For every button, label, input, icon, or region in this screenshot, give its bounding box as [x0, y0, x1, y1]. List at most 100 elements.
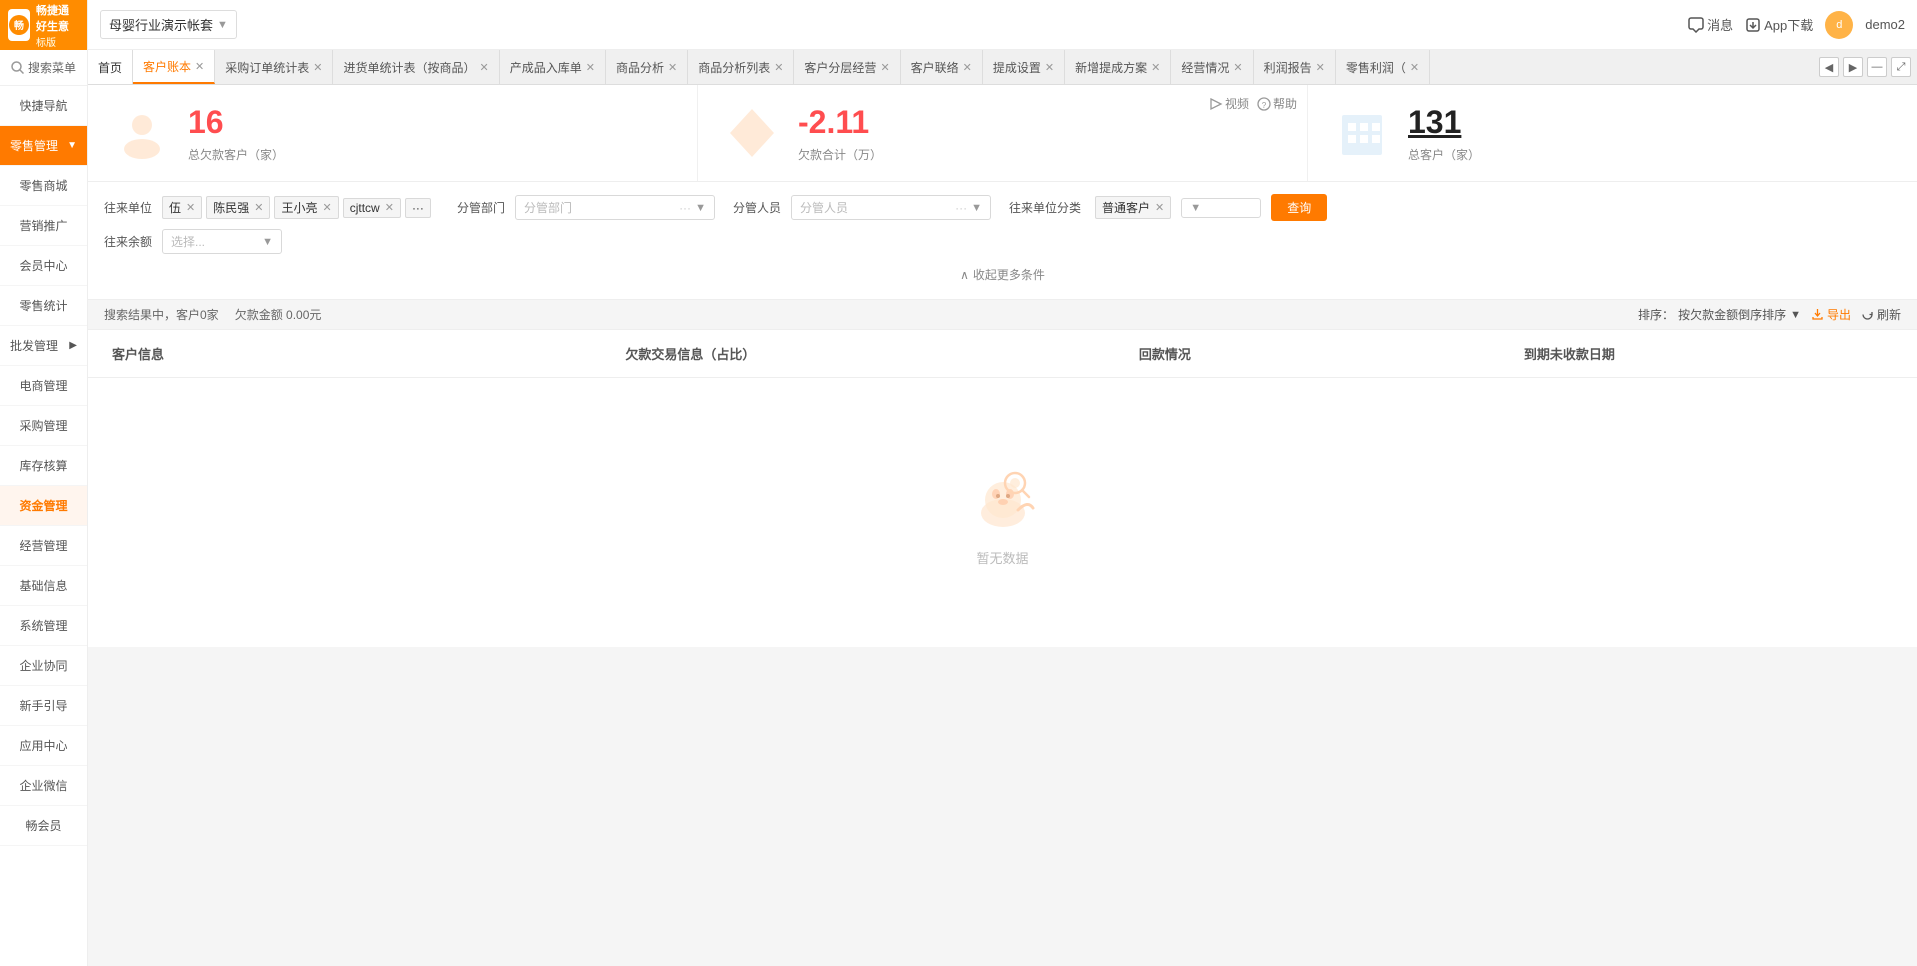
collapse-icon: ∧ — [960, 268, 969, 282]
account-selector[interactable]: 母婴行业演示帐套 ▼ — [100, 10, 237, 39]
search-menu[interactable]: 搜索菜单 — [0, 50, 87, 86]
sidebar-item-finance[interactable]: 资金管理 — [0, 486, 87, 526]
tab-purchase-order[interactable]: 采购订单统计表 ✕ — [215, 50, 333, 84]
sidebar-item-purchase-label: 采购管理 — [19, 417, 67, 434]
tab-commission-settings-label: 提成设置 — [993, 59, 1041, 76]
tab-prev-btn[interactable]: ◀ — [1819, 57, 1839, 77]
collapse-btn[interactable]: ∧ 收起更多条件 — [104, 262, 1901, 287]
tab-purchase-order-label: 采购订单统计表 — [225, 59, 309, 76]
tab-home[interactable]: 首页 — [88, 50, 133, 84]
category-tag-close[interactable]: ✕ — [1155, 201, 1164, 214]
user-avatar[interactable]: d — [1825, 11, 1853, 39]
tab-expand-btn[interactable]: ⤢ — [1891, 57, 1911, 77]
sidebar-item-retail-mall[interactable]: 零售商城 — [0, 166, 87, 206]
tab-customer-contact[interactable]: 客户联络 ✕ — [901, 50, 983, 84]
tab-close-icon[interactable]: ✕ — [1233, 61, 1242, 74]
sidebar-item-newbie[interactable]: 新手引导 — [0, 686, 87, 726]
tab-close-icon[interactable]: ✕ — [880, 61, 889, 74]
category-select[interactable]: ▼ — [1181, 198, 1261, 218]
unit-tag-more[interactable]: ··· — [405, 198, 431, 218]
person-filter-select[interactable]: 分管人员 ··· ▼ — [791, 195, 991, 220]
sort-select[interactable]: 排序： 按欠款金额倒序排序 ▼ — [1638, 306, 1801, 323]
sidebar-quick-nav[interactable]: 快捷导航 — [0, 86, 87, 126]
unit-tag-chen: 陈民强 ✕ — [206, 196, 270, 219]
stat-info-overdue: 16 总欠款客户（家） — [188, 103, 284, 162]
overdue-customers-label: 总欠款客户（家） — [188, 146, 284, 163]
sidebar-item-inventory-label: 库存核算 — [19, 457, 67, 474]
sidebar-item-system[interactable]: 系统管理 — [0, 606, 87, 646]
sidebar-item-member2[interactable]: 畅会员 — [0, 806, 87, 846]
tab-product-analysis[interactable]: 商品分析 ✕ — [606, 50, 688, 84]
tab-product-analysis-list[interactable]: 商品分析列表 ✕ — [688, 50, 794, 84]
sidebar-item-ecommerce[interactable]: 电商管理 — [0, 366, 87, 406]
app-download-btn[interactable]: App下载 — [1745, 15, 1813, 34]
table-container: 客户信息 欠款交易信息（占比） 回款情况 到期未收款日期 — [88, 330, 1917, 647]
tab-product-inbound[interactable]: 产成品入库单 ✕ — [500, 50, 606, 84]
logo-line2: 标版 — [36, 34, 79, 49]
col-repayment: 回款情况 — [1131, 340, 1516, 367]
collapse-label: 收起更多条件 — [973, 266, 1045, 283]
sidebar-item-basic-info[interactable]: 基础信息 — [0, 566, 87, 606]
tab-close-icon[interactable]: ✕ — [1316, 61, 1325, 74]
sidebar-item-basic-label: 基础信息 — [19, 577, 67, 594]
sidebar-item-app-center[interactable]: 应用中心 — [0, 726, 87, 766]
help-btn[interactable]: ? 帮助 — [1257, 95, 1297, 112]
tab-close-icon[interactable]: ✕ — [586, 61, 595, 74]
tab-customer-book[interactable]: 客户账本 ✕ — [133, 50, 215, 84]
tab-close-icon[interactable]: ✕ — [480, 61, 489, 74]
tab-commission-settings[interactable]: 提成设置 ✕ — [983, 50, 1065, 84]
tab-customer-tier[interactable]: 客户分层经营 ✕ — [794, 50, 900, 84]
tab-close-icon[interactable]: ✕ — [963, 61, 972, 74]
tab-close-icon[interactable]: ✕ — [313, 61, 322, 74]
sidebar-item-wechat-work[interactable]: 企业微信 — [0, 766, 87, 806]
tab-close-icon[interactable]: ✕ — [774, 61, 783, 74]
tab-minimize-btn[interactable]: — — [1867, 57, 1887, 77]
category-filter-tags: 普通客户 ✕ — [1095, 196, 1171, 219]
filter-row-1: 往来单位 伍 ✕ 陈民强 ✕ 王小亮 ✕ cjttcw — [104, 194, 1901, 221]
dept-filter-select[interactable]: 分管部门 ··· ▼ — [515, 195, 715, 220]
tab-close-icon[interactable]: ✕ — [1151, 61, 1160, 74]
category-arrow-icon: ▼ — [1190, 202, 1201, 214]
sidebar-item-member[interactable]: 会员中心 — [0, 246, 87, 286]
refresh-button[interactable]: 刷新 — [1861, 306, 1901, 323]
sidebar-item-app-label: 应用中心 — [19, 737, 67, 754]
sidebar-item-purchase[interactable]: 采购管理 — [0, 406, 87, 446]
unit-tag-wang-close[interactable]: ✕ — [323, 201, 332, 214]
sidebar-item-wholesale[interactable]: 批发管理 ▶ — [0, 326, 87, 366]
tab-next-btn[interactable]: ▶ — [1843, 57, 1863, 77]
tab-close-icon[interactable]: ✕ — [1045, 61, 1054, 74]
balance-filter-select[interactable]: 选择... ▼ — [162, 229, 282, 254]
person-icon — [112, 103, 172, 163]
tab-retail-profit[interactable]: 零售利润（ ✕ — [1336, 50, 1430, 84]
sidebar-item-enterprise-label: 企业协同 — [19, 657, 67, 674]
overdue-amount-value: -2.11 — [798, 103, 882, 141]
sidebar-item-inventory[interactable]: 库存核算 — [0, 446, 87, 486]
sidebar-item-enterprise-collab[interactable]: 企业协同 — [0, 646, 87, 686]
sidebar-item-retail-stat[interactable]: 零售统计 — [0, 286, 87, 326]
tab-close-icon[interactable]: ✕ — [1410, 61, 1419, 74]
unit-tag-chen-close[interactable]: ✕ — [254, 201, 263, 214]
balance-placeholder: 选择... — [171, 233, 258, 250]
export-button[interactable]: 导出 — [1811, 306, 1851, 323]
unit-tag-wu-close[interactable]: ✕ — [186, 201, 195, 214]
unit-tag-cj: cjttcw ✕ — [343, 198, 401, 218]
tab-close-icon[interactable]: ✕ — [195, 60, 204, 73]
unit-tag-cj-close[interactable]: ✕ — [385, 201, 394, 214]
sidebar-item-retail-mgmt[interactable]: 零售管理 ▼ — [0, 126, 87, 166]
dept-filter-label: 分管部门 — [457, 199, 505, 216]
video-btn[interactable]: 视频 — [1209, 95, 1249, 112]
tab-new-commission[interactable]: 新增提成方案 ✕ — [1065, 50, 1171, 84]
topbar-left: 母婴行业演示帐套 ▼ — [100, 10, 237, 39]
diamond-icon — [722, 103, 782, 163]
tab-inbound-stat[interactable]: 进货单统计表（按商品） ✕ — [333, 50, 499, 84]
tab-operations[interactable]: 经营情况 ✕ — [1171, 50, 1253, 84]
sidebar-item-marketing[interactable]: 营销推广 — [0, 206, 87, 246]
sidebar-item-operations[interactable]: 经营管理 — [0, 526, 87, 566]
query-button[interactable]: 查询 — [1271, 194, 1327, 221]
person-arrow-icon: ▼ — [971, 202, 982, 214]
tab-profit-report[interactable]: 利润报告 ✕ — [1254, 50, 1336, 84]
tab-close-icon[interactable]: ✕ — [668, 61, 677, 74]
stat-info-amount: -2.11 欠款合计（万） — [798, 103, 882, 162]
sidebar-item-marketing-label: 营销推广 — [19, 217, 67, 234]
message-btn[interactable]: 消息 — [1688, 15, 1733, 34]
